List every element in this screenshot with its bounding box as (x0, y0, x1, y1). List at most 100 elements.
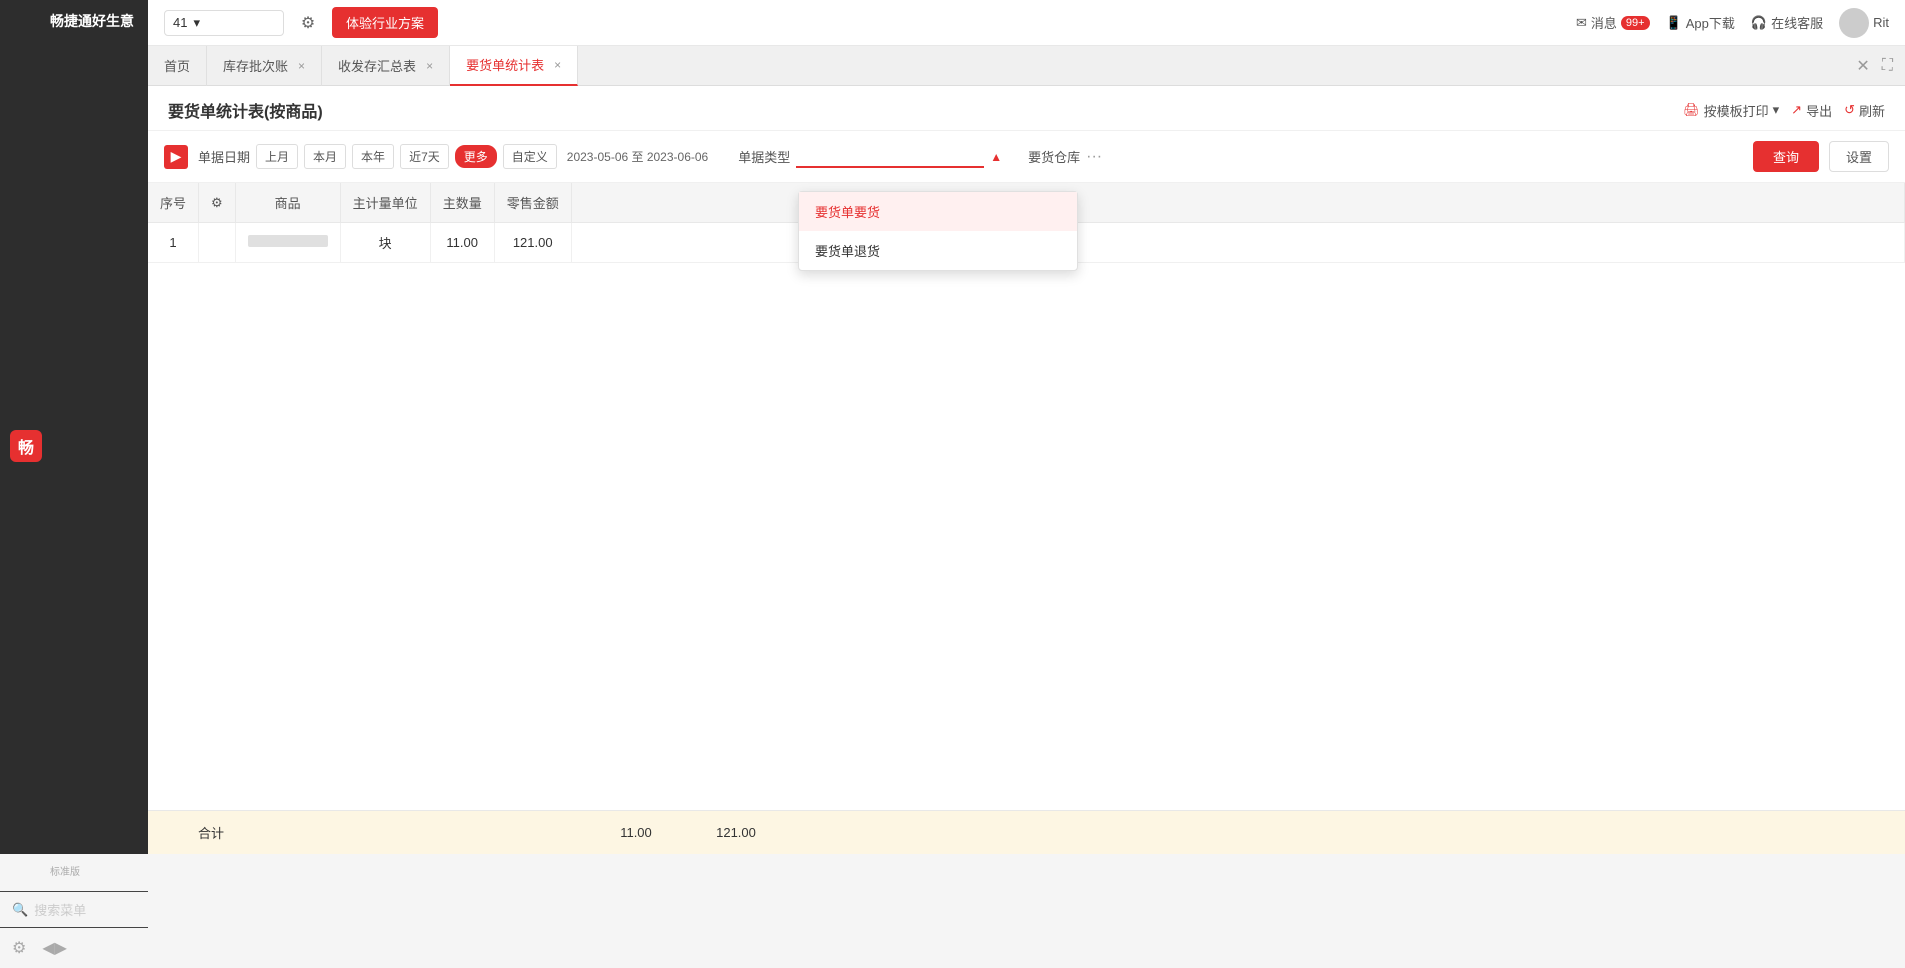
app-label: App下载 (1686, 13, 1735, 32)
settings-bottom-icon[interactable]: ⚙ (12, 938, 26, 958)
warehouse-more-icon[interactable]: ··· (1086, 148, 1102, 166)
tab-inventory-batch-close[interactable]: × (298, 59, 305, 73)
page-content: 要货单统计表(按商品) 🖨 按模板打印 ▾ ↗ 导出 ↺ 刷新 ▶ (148, 86, 1905, 854)
user-action[interactable]: Rit (1839, 8, 1889, 38)
message-badge: 99+ (1621, 16, 1650, 30)
cell-amount: 121.00 (494, 223, 571, 263)
sidebar-logo: 畅 畅捷通好生意 标准版 (0, 0, 148, 892)
close-all-button[interactable]: ✕ (1852, 52, 1873, 80)
sidebar-bottom: ⚙ ◀▶ (0, 927, 148, 968)
company-name: 41 (173, 15, 187, 30)
filter-settings-button[interactable]: 设置 (1829, 141, 1889, 172)
refresh-label: 刷新 (1859, 101, 1885, 120)
last-month-btn[interactable]: 上月 (256, 144, 298, 169)
page-title: 要货单统计表(按商品) (168, 98, 323, 122)
logo-icon: 畅 (10, 430, 42, 462)
last-7-btn[interactable]: 近7天 (400, 144, 449, 169)
footer-total-label: 合计 (198, 826, 224, 841)
date-range-display: 2023-05-06 至 2023-06-06 (567, 148, 708, 165)
message-icon: ✉ (1576, 15, 1587, 31)
logo-text: 畅捷通好生意 标准版 (50, 12, 134, 879)
date-range-text: 2023-05-06 至 2023-06-06 (567, 148, 708, 165)
sidebar-search[interactable]: 🔍 搜索菜单 (0, 892, 148, 927)
topbar-right: ✉ 消息 99+ 📱 App下载 🎧 在线客服 Rit (1576, 8, 1889, 38)
sidebar: 畅 畅捷通好生意 标准版 🔍 搜索菜单 ⚡ 快捷导航 📢 营销推广 💰 销售管理… (0, 0, 148, 854)
footer-quantity: 11.00 (586, 825, 686, 840)
type-filter-label: 单据类型 (738, 147, 790, 166)
type-filter-group: 单据类型 ▲ (738, 145, 1002, 168)
this-month-btn[interactable]: 本月 (304, 144, 346, 169)
col-amount: 零售金额 (494, 183, 571, 223)
cell-unit: 块 (340, 223, 430, 263)
company-dropdown-icon: ▾ (193, 15, 200, 31)
cell-quantity: 11.00 (430, 223, 494, 263)
tab-inventory-batch-label: 库存批次账 (223, 56, 288, 75)
warehouse-filter-group: 要货仓库 ··· (1028, 147, 1102, 166)
refresh-action[interactable]: ↺ 刷新 (1844, 101, 1885, 120)
app-download-action[interactable]: 📱 App下载 (1666, 13, 1735, 32)
filter-row: ▶ 单据日期 上月 本月 本年 近7天 更多 自定义 2023-05-06 至 … (148, 131, 1905, 183)
service-icon: 🎧 (1751, 15, 1767, 31)
custom-btn[interactable]: 自定义 (503, 144, 557, 169)
export-icon: ↗ (1791, 102, 1802, 118)
more-btn[interactable]: 更多 (455, 145, 497, 168)
print-dropdown-icon: ▾ (1773, 102, 1780, 118)
message-action[interactable]: ✉ 消息 99+ (1576, 13, 1650, 32)
product-placeholder (248, 235, 328, 247)
export-label: 导出 (1806, 101, 1832, 120)
topbar: 41 ▾ ⚙ 体验行业方案 ✉ 消息 99+ 📱 App下载 🎧 在线客服 R (148, 0, 1905, 46)
collapse-icon[interactable]: ◀▶ (42, 938, 67, 958)
print-icon: 🖨 (1683, 102, 1700, 118)
logo-main-text: 畅捷通好生意 (50, 12, 134, 866)
type-filter-arrow[interactable]: ▲ (990, 150, 1002, 164)
filter-expand-button[interactable]: ▶ (164, 145, 188, 169)
service-action[interactable]: 🎧 在线客服 (1751, 13, 1823, 32)
table-footer: 合计 11.00 121.00 (148, 810, 1905, 854)
footer-label: 合计 (148, 823, 438, 842)
dropdown-item-order-return[interactable]: 要货单退货 (799, 231, 1077, 270)
tabbar: 首页 库存批次账 × 收发存汇总表 × 要货单统计表 × ✕ ⛶ (148, 46, 1905, 86)
tab-receive-summary[interactable]: 收发存汇总表 × (322, 46, 450, 86)
company-selector[interactable]: 41 ▾ (164, 10, 284, 36)
type-filter-input[interactable] (796, 145, 984, 168)
export-action[interactable]: ↗ 导出 (1791, 101, 1832, 120)
app-icon: 📱 (1666, 15, 1682, 31)
cell-product (235, 223, 340, 263)
main-area: 41 ▾ ⚙ 体验行业方案 ✉ 消息 99+ 📱 App下载 🎧 在线客服 R (148, 0, 1905, 854)
header-actions: 🖨 按模板打印 ▾ ↗ 导出 ↺ 刷新 (1683, 101, 1885, 120)
user-name: Rit (1873, 15, 1889, 30)
date-filter-group: 单据日期 上月 本月 本年 近7天 更多 自定义 (198, 144, 557, 169)
tab-receive-summary-label: 收发存汇总表 (338, 56, 416, 75)
page-header: 要货单统计表(按商品) 🖨 按模板打印 ▾ ↗ 导出 ↺ 刷新 (148, 86, 1905, 131)
col-product: 商品 (235, 183, 340, 223)
service-label: 在线客服 (1771, 13, 1823, 32)
col-settings[interactable]: ⚙ (199, 183, 236, 223)
tab-order-summary-label: 要货单统计表 (466, 55, 544, 74)
tab-home-label: 首页 (164, 56, 190, 75)
tab-order-summary[interactable]: 要货单统计表 × (450, 46, 578, 86)
maximize-button[interactable]: ⛶ (1878, 53, 1897, 79)
table-container: 序号 ⚙ 商品 主计量单位 主数量 零售金额 1 (148, 183, 1905, 810)
tab-receive-summary-close[interactable]: × (426, 59, 433, 73)
col-index: 序号 (148, 183, 199, 223)
dropdown-item-order-in[interactable]: 要货单要货 (799, 192, 1077, 231)
cell-settings (199, 223, 236, 263)
topbar-gear-button[interactable]: ⚙ (294, 9, 322, 37)
this-year-btn[interactable]: 本年 (352, 144, 394, 169)
trial-button[interactable]: 体验行业方案 (332, 7, 438, 38)
tab-order-summary-close[interactable]: × (554, 58, 561, 72)
search-label: 搜索菜单 (34, 900, 86, 919)
print-action[interactable]: 🖨 按模板打印 ▾ (1683, 101, 1779, 120)
logo-sub-text: 标准版 (50, 866, 134, 879)
search-icon: 🔍 (12, 902, 28, 918)
topbar-left: 41 ▾ ⚙ 体验行业方案 (164, 7, 438, 38)
tab-home[interactable]: 首页 (148, 46, 207, 86)
type-dropdown: 要货单要货 要货单退货 (798, 191, 1078, 271)
refresh-icon: ↺ (1844, 102, 1855, 118)
query-button[interactable]: 查询 (1753, 141, 1819, 172)
user-avatar (1839, 8, 1869, 38)
print-label: 按模板打印 (1704, 101, 1769, 120)
message-label: 消息 (1591, 13, 1617, 32)
footer-amount: 121.00 (686, 825, 786, 840)
tab-inventory-batch[interactable]: 库存批次账 × (207, 46, 322, 86)
